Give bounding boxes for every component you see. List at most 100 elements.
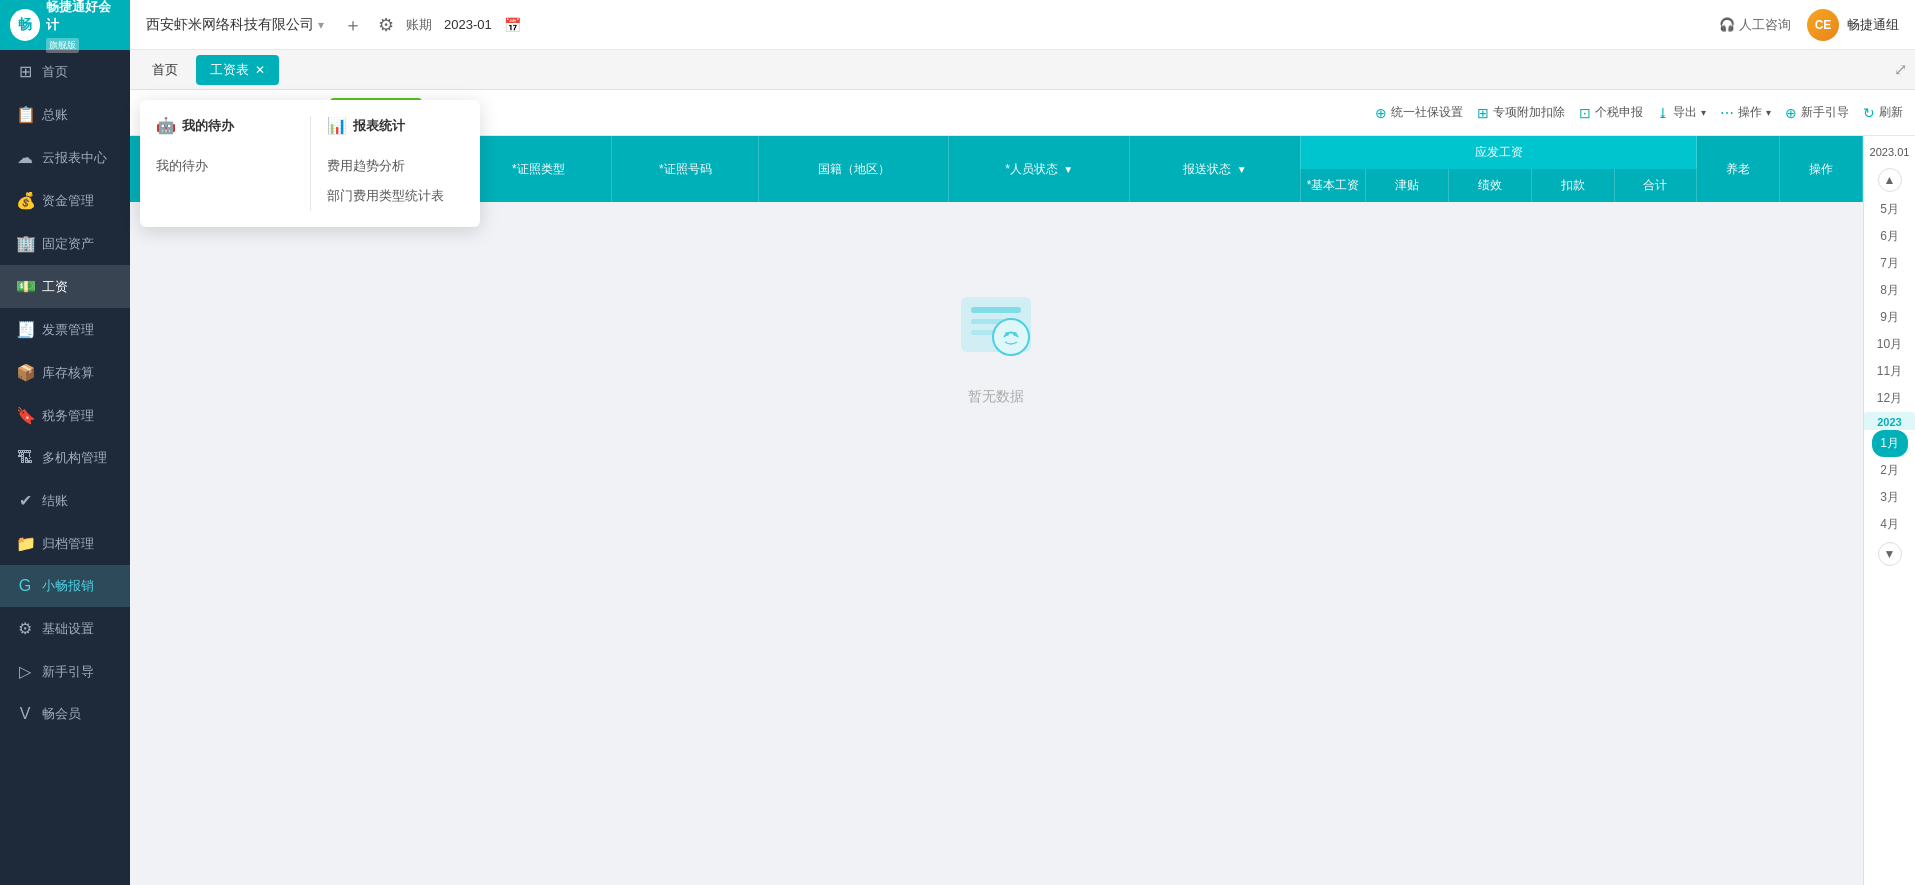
nav-icon-fund: 💰 xyxy=(16,191,34,210)
nav-icon-multi-org: 🏗 xyxy=(16,449,34,467)
refresh-icon: ↻ xyxy=(1863,105,1875,121)
nav-label-archive: 归档管理 xyxy=(42,535,94,553)
header-status: *人员状态 ▼ xyxy=(949,136,1130,202)
header-wage-group: 应发工资 xyxy=(1300,136,1697,169)
personal-tax-button[interactable]: ⊡ 个税申报 xyxy=(1579,104,1643,121)
tab-home[interactable]: 首页 xyxy=(138,55,192,85)
timeline-prev-button[interactable]: ▲ xyxy=(1878,168,1902,192)
sidebar-item-fixed-assets[interactable]: 🏢 固定资产 xyxy=(0,222,130,265)
sidebar-item-ledger[interactable]: 📋总账 xyxy=(0,93,130,136)
svg-point-4 xyxy=(993,319,1029,355)
popup-todo-title: 🤖 我的待办 xyxy=(156,116,294,139)
new-guide-label: 新手引导 xyxy=(1801,104,1849,121)
nav-label-member: 畅会员 xyxy=(42,705,81,723)
popup-divider xyxy=(310,116,311,211)
customer-service-button[interactable]: 🎧 人工咨询 xyxy=(1719,16,1791,34)
svg-rect-1 xyxy=(971,307,1021,313)
popup-dept-expense[interactable]: 部门费用类型统计表 xyxy=(327,181,465,211)
sidebar-item-wage[interactable]: 💵工资 xyxy=(0,265,130,308)
popup-col-todo: 🤖 我的待办 我的待办 xyxy=(156,116,294,211)
header-nationality: 国籍（地区） xyxy=(759,136,949,202)
personal-tax-label: 个税申报 xyxy=(1595,104,1643,121)
table-container: 工号 ⇅ *姓名 *部门 *证照类型 *证照号码 国籍（地区） *人员状态 ▼ … xyxy=(130,136,1863,885)
sidebar-item-fund[interactable]: 💰资金管理 xyxy=(0,179,130,222)
timeline-month-nov[interactable]: 11月 xyxy=(1864,358,1915,385)
tab-expand-icon[interactable]: ⤢ xyxy=(1894,61,1907,78)
tab-wage-close[interactable]: ✕ xyxy=(255,63,265,77)
topbar: 西安虾米网络科技有限公司 ▾ ＋ ⚙ 账期 2023-01 📅 🎧 人工咨询 C… xyxy=(130,0,1915,50)
nav-icon-guide: ▷ xyxy=(16,662,34,681)
topbar-right: 🎧 人工咨询 CE 畅捷通组 xyxy=(1719,9,1899,41)
operations-chevron: ▾ xyxy=(1766,107,1771,118)
nav-label-cloud-report: 云报表中心 xyxy=(42,149,107,167)
timeline-month-apr[interactable]: 4月 xyxy=(1864,511,1915,538)
nav-icon-member: V xyxy=(16,705,34,723)
sidebar-item-tax[interactable]: 🔖税务管理 xyxy=(0,394,130,437)
tab-wage-label: 工资表 xyxy=(210,61,249,79)
logo-icon: 畅 xyxy=(10,9,40,41)
timeline-month-mar[interactable]: 3月 xyxy=(1864,484,1915,511)
user-info[interactable]: CE 畅捷通组 xyxy=(1807,9,1899,41)
nav-label-basic: 基础设置 xyxy=(42,620,94,638)
sidebar-item-guide[interactable]: ▷新手引导 xyxy=(0,650,130,693)
nav-label-fixed-assets: 固定资产 xyxy=(42,235,94,253)
timeline-month-jul[interactable]: 7月 xyxy=(1864,250,1915,277)
avatar-initials: CE xyxy=(1815,18,1832,32)
timeline-month-feb[interactable]: 2月 xyxy=(1864,457,1915,484)
timeline-month-jan-active[interactable]: 1月 xyxy=(1872,430,1908,457)
timeline-month-may[interactable]: 5月 xyxy=(1864,196,1915,223)
export-button[interactable]: ⤓ 导出 ▾ xyxy=(1657,104,1706,121)
export-chevron: ▾ xyxy=(1701,107,1706,118)
timeline-next-button[interactable]: ▼ xyxy=(1878,542,1902,566)
timeline-month-aug[interactable]: 8月 xyxy=(1864,277,1915,304)
nav-label-xiaochang: 小畅报销 xyxy=(42,577,94,595)
export-label: 导出 xyxy=(1673,104,1697,121)
company-dropdown-icon: ▾ xyxy=(318,18,324,32)
header-allowance: 津贴 xyxy=(1366,169,1449,202)
sidebar-item-cloud-report[interactable]: ☁ 云报表中心 xyxy=(0,136,130,179)
calendar-icon[interactable]: 📅 xyxy=(504,17,521,33)
company-selector[interactable]: 西安虾米网络科技有限公司 ▾ xyxy=(146,16,324,34)
sidebar-item-invoice[interactable]: 🧾发票管理 xyxy=(0,308,130,351)
add-company-button[interactable]: ＋ xyxy=(344,13,362,37)
personal-tax-icon: ⊡ xyxy=(1579,105,1591,121)
report-filter-icon[interactable]: ▼ xyxy=(1237,164,1247,175)
header-deduction: 扣款 xyxy=(1531,169,1614,202)
sidebar: 畅 畅捷通好会计 旗舰版 ⊞首页📋总账☁云报表中心💰资金管理🏢固定资产💵工资🧾发… xyxy=(0,0,130,885)
nav-label-multi-org: 多机构管理 xyxy=(42,449,107,467)
settings-icon[interactable]: ⚙ xyxy=(378,14,394,36)
new-guide-button[interactable]: ⊕ 新手引导 xyxy=(1785,104,1849,121)
sidebar-item-multi-org[interactable]: 🏗 多机构管理 xyxy=(0,437,130,479)
timeline-month-jun[interactable]: 6月 xyxy=(1864,223,1915,250)
status-filter-icon[interactable]: ▼ xyxy=(1063,164,1073,175)
sidebar-item-inventory[interactable]: 📦库存核算 xyxy=(0,351,130,394)
side-timeline: 2023.01 ▲ 5月 6月 7月 8月 9月 10月 11月 12月 202… xyxy=(1863,136,1915,885)
sidebar-item-settlement[interactable]: ✔结账 xyxy=(0,479,130,522)
timeline-month-dec[interactable]: 12月 xyxy=(1864,385,1915,412)
nav-icon-home: ⊞ xyxy=(16,62,34,81)
social-insurance-button[interactable]: ⊕ 统一社保设置 xyxy=(1375,104,1463,121)
popup-todo-item[interactable]: 我的待办 xyxy=(156,151,294,181)
sidebar-item-xiaochang[interactable]: G小畅报销 xyxy=(0,565,130,607)
refresh-button[interactable]: ↻ 刷新 xyxy=(1863,104,1903,121)
nav-icon-cloud-report: ☁ xyxy=(16,148,34,167)
operations-button[interactable]: ⋯ 操作 ▾ xyxy=(1720,104,1771,121)
popup-expense-trend[interactable]: 费用趋势分析 xyxy=(327,151,465,181)
special-deduction-button[interactable]: ⊞ 专项附加扣除 xyxy=(1477,104,1565,121)
user-name: 畅捷通组 xyxy=(1847,16,1899,34)
sidebar-item-home[interactable]: ⊞首页 xyxy=(0,50,130,93)
nav-icon-basic: ⚙ xyxy=(16,619,34,638)
timeline-month-oct[interactable]: 10月 xyxy=(1864,331,1915,358)
timeline-month-sep[interactable]: 9月 xyxy=(1864,304,1915,331)
tab-wage[interactable]: 工资表 ✕ xyxy=(196,55,279,85)
header-report-status: 报送状态 ▼ xyxy=(1130,136,1301,202)
nav-icon-fixed-assets: 🏢 xyxy=(16,234,34,253)
header-pension: 养老 xyxy=(1697,136,1780,202)
dropdown-popup: 🤖 我的待办 我的待办 📊 报表统计 费用趋势分析 部门费用类型统计表 xyxy=(140,100,480,227)
nav-icon-ledger: 📋 xyxy=(16,105,34,124)
nav-icon-inventory: 📦 xyxy=(16,363,34,382)
sidebar-item-basic[interactable]: ⚙ 基础设置 xyxy=(0,607,130,650)
sidebar-item-member[interactable]: V 畅会员 xyxy=(0,693,130,735)
sidebar-item-archive[interactable]: 📁归档管理 xyxy=(0,522,130,565)
header-total: 合计 xyxy=(1614,169,1697,202)
